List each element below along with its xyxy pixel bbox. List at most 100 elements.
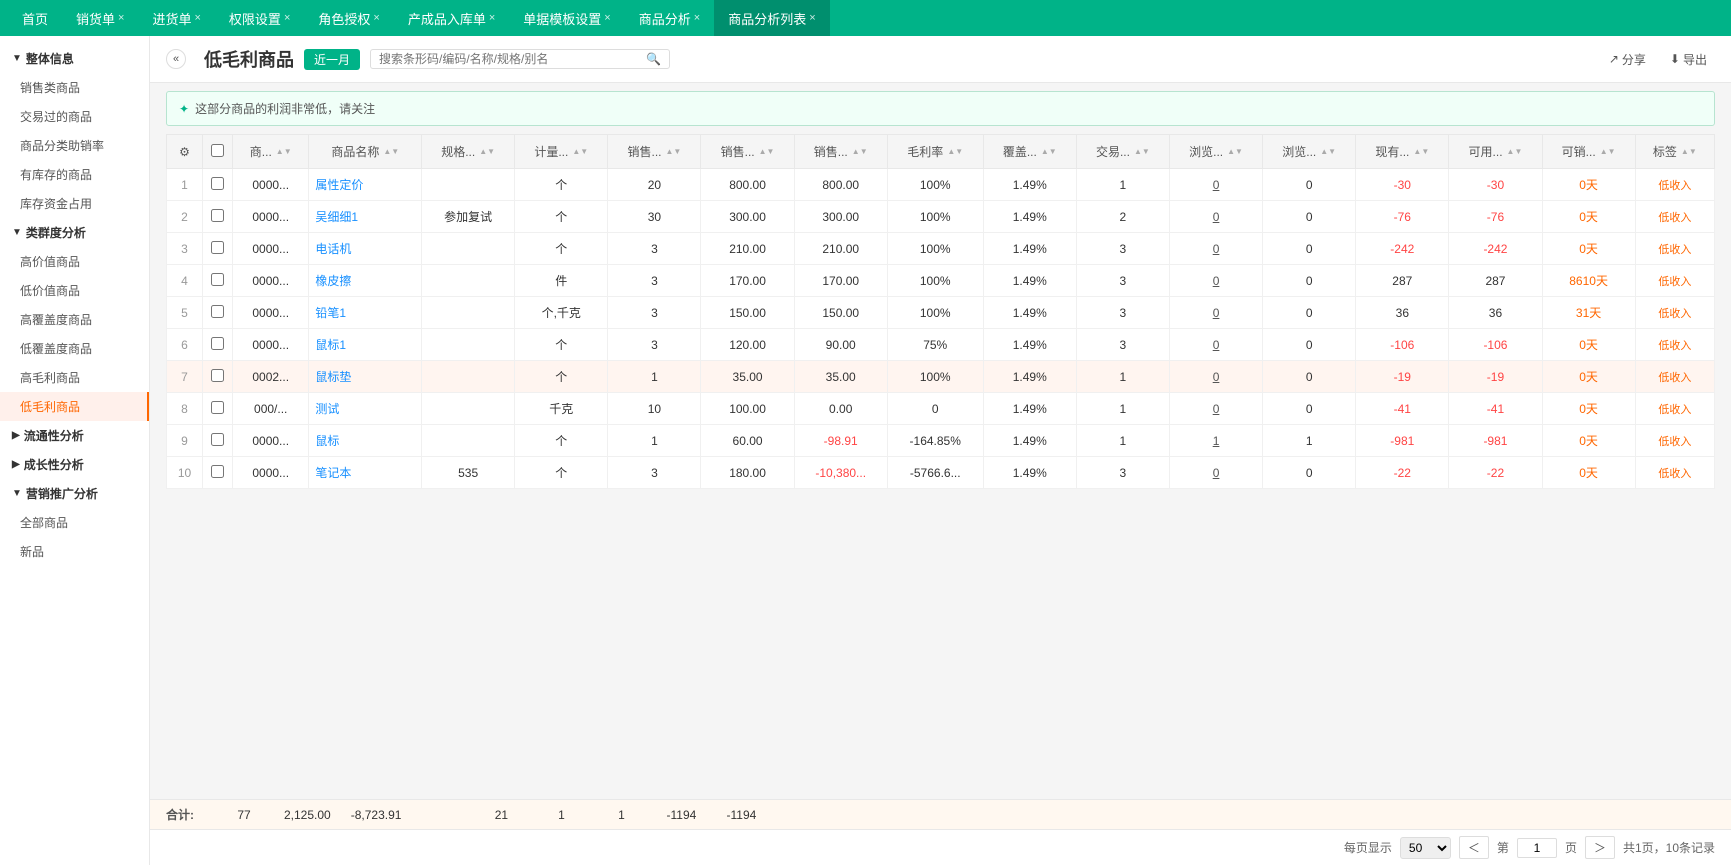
row-name[interactable]: 鼠标1 (309, 329, 422, 361)
nav-home[interactable]: 首页 (8, 0, 62, 36)
collapse-sidebar-button[interactable]: « (166, 49, 186, 69)
row-checkbox[interactable] (211, 273, 224, 286)
row-checkbox-cell[interactable] (203, 457, 233, 489)
sidebar-item-all-goods[interactable]: 全部商品 (0, 508, 149, 537)
row-checkbox[interactable] (211, 209, 224, 222)
col-name[interactable]: 商品名称▲▼ (309, 135, 422, 169)
col-checkbox[interactable] (203, 135, 233, 169)
nav-permissions[interactable]: 权限设置 × (215, 0, 304, 36)
nav-template-settings[interactable]: 单据模板设置 × (509, 0, 624, 36)
col-tag[interactable]: 标签▲▼ (1635, 135, 1714, 169)
sidebar-group-cluster-title[interactable]: ▼ 类群度分析 (0, 218, 149, 247)
nav-close-icon[interactable]: × (489, 12, 495, 24)
sidebar-item-traded-goods[interactable]: 交易过的商品 (0, 102, 149, 131)
row-name[interactable]: 测试 (309, 393, 422, 425)
row-checkbox-cell[interactable] (203, 361, 233, 393)
row-checkbox-cell[interactable] (203, 297, 233, 329)
nav-close-icon[interactable]: × (809, 12, 815, 24)
col-sale3[interactable]: 销售...▲▼ (794, 135, 887, 169)
col-unit[interactable]: 计量...▲▼ (515, 135, 608, 169)
sidebar-group-growth-title[interactable]: ▶ 成长性分析 (0, 450, 149, 479)
col-stock1[interactable]: 现有...▲▼ (1356, 135, 1449, 169)
row-trade: 3 (1076, 457, 1169, 489)
search-icon[interactable]: 🔍 (646, 52, 661, 66)
row-checkbox[interactable] (211, 401, 224, 414)
col-stock2[interactable]: 可用...▲▼ (1449, 135, 1542, 169)
sidebar-item-high-value[interactable]: 高价值商品 (0, 247, 149, 276)
nav-product-analysis-list[interactable]: 商品分析列表 × (714, 0, 829, 36)
time-filter-button[interactable]: 近一月 (304, 49, 360, 70)
row-stock3: 0天 (1542, 393, 1635, 425)
per-page-select[interactable]: 50 100 200 (1400, 837, 1451, 859)
nav-close-icon[interactable]: × (194, 12, 200, 24)
row-checkbox[interactable] (211, 241, 224, 254)
nav-close-icon[interactable]: × (604, 12, 610, 24)
nav-purchase-order[interactable]: 进货单 × (138, 0, 214, 36)
row-checkbox-cell[interactable] (203, 425, 233, 457)
row-name[interactable]: 铅笔1 (309, 297, 422, 329)
sidebar-group-general-title[interactable]: ▼ 整体信息 (0, 44, 149, 73)
sidebar-item-low-coverage[interactable]: 低覆盖度商品 (0, 334, 149, 363)
sidebar-item-low-value[interactable]: 低价值商品 (0, 276, 149, 305)
nav-close-icon[interactable]: × (284, 12, 290, 24)
row-name[interactable]: 鼠标 (309, 425, 422, 457)
row-checkbox-cell[interactable] (203, 169, 233, 201)
page-number-input[interactable] (1517, 838, 1557, 858)
col-settings[interactable]: ⚙ (167, 135, 203, 169)
col-trade[interactable]: 交易...▲▼ (1076, 135, 1169, 169)
share-button[interactable]: ↗ 分享 (1601, 48, 1654, 71)
table-header-row: ⚙ 商...▲▼ 商品名称▲▼ 规格...▲▼ (167, 135, 1715, 169)
sidebar-item-high-coverage[interactable]: 高覆盖度商品 (0, 305, 149, 334)
next-page-button[interactable]: ＞ (1585, 836, 1615, 859)
sidebar-group-flow-title[interactable]: ▶ 流通性分析 (0, 421, 149, 450)
col-gross[interactable]: 毛利率▲▼ (887, 135, 983, 169)
sidebar-item-stock-goods[interactable]: 有库存的商品 (0, 160, 149, 189)
nav-product-stock[interactable]: 产成品入库单 × (394, 0, 509, 36)
search-input[interactable] (379, 52, 642, 66)
select-all-checkbox[interactable] (211, 144, 224, 157)
col-spec[interactable]: 规格...▲▼ (422, 135, 515, 169)
export-button[interactable]: ⬇ 导出 (1662, 48, 1715, 71)
col-sale2[interactable]: 销售...▲▼ (701, 135, 794, 169)
sidebar-item-new-goods[interactable]: 新品 (0, 537, 149, 566)
row-checkbox[interactable] (211, 177, 224, 190)
prev-page-button[interactable]: ＜ (1459, 836, 1489, 859)
sidebar-item-sales-goods[interactable]: 销售类商品 (0, 73, 149, 102)
row-name[interactable]: 笔记本 (309, 457, 422, 489)
row-checkbox-cell[interactable] (203, 201, 233, 233)
row-checkbox[interactable] (211, 465, 224, 478)
sidebar-item-high-profit[interactable]: 高毛利商品 (0, 363, 149, 392)
nav-close-icon[interactable]: × (694, 12, 700, 24)
row-name[interactable]: 属性定价 (309, 169, 422, 201)
nav-close-icon[interactable]: × (118, 12, 124, 24)
row-checkbox[interactable] (211, 337, 224, 350)
sidebar-item-low-profit[interactable]: 低毛利商品 (0, 392, 149, 421)
row-name[interactable]: 鼠标垫 (309, 361, 422, 393)
sidebar-item-category-rate[interactable]: 商品分类助销率 (0, 131, 149, 160)
nav-sales-order[interactable]: 销货单 × (62, 0, 138, 36)
row-tag: 低收入 (1635, 425, 1714, 457)
row-name[interactable]: 橡皮擦 (309, 265, 422, 297)
row-checkbox[interactable] (211, 305, 224, 318)
row-name[interactable]: 电话机 (309, 233, 422, 265)
nav-close-icon[interactable]: × (373, 12, 379, 24)
col-stock3[interactable]: 可销...▲▼ (1542, 135, 1635, 169)
settings-icon[interactable]: ⚙ (179, 145, 190, 159)
col-coverage[interactable]: 覆盖...▲▼ (983, 135, 1076, 169)
nav-product-analysis[interactable]: 商品分析 × (625, 0, 714, 36)
sidebar-group-marketing-title[interactable]: ▼ 营销推广分析 (0, 479, 149, 508)
row-checkbox-cell[interactable] (203, 233, 233, 265)
arrow-right-icon: ▶ (12, 430, 20, 441)
row-name[interactable]: 吴细细1 (309, 201, 422, 233)
col-browse1[interactable]: 浏览...▲▼ (1169, 135, 1262, 169)
row-checkbox-cell[interactable] (203, 329, 233, 361)
sidebar-item-stock-capital[interactable]: 库存资金占用 (0, 189, 149, 218)
col-code[interactable]: 商...▲▼ (233, 135, 309, 169)
nav-role-auth[interactable]: 角色授权 × (304, 0, 393, 36)
col-sale1[interactable]: 销售...▲▼ (608, 135, 701, 169)
col-browse2[interactable]: 浏览...▲▼ (1263, 135, 1356, 169)
row-checkbox[interactable] (211, 369, 224, 382)
row-checkbox-cell[interactable] (203, 265, 233, 297)
row-checkbox-cell[interactable] (203, 393, 233, 425)
row-checkbox[interactable] (211, 433, 224, 446)
